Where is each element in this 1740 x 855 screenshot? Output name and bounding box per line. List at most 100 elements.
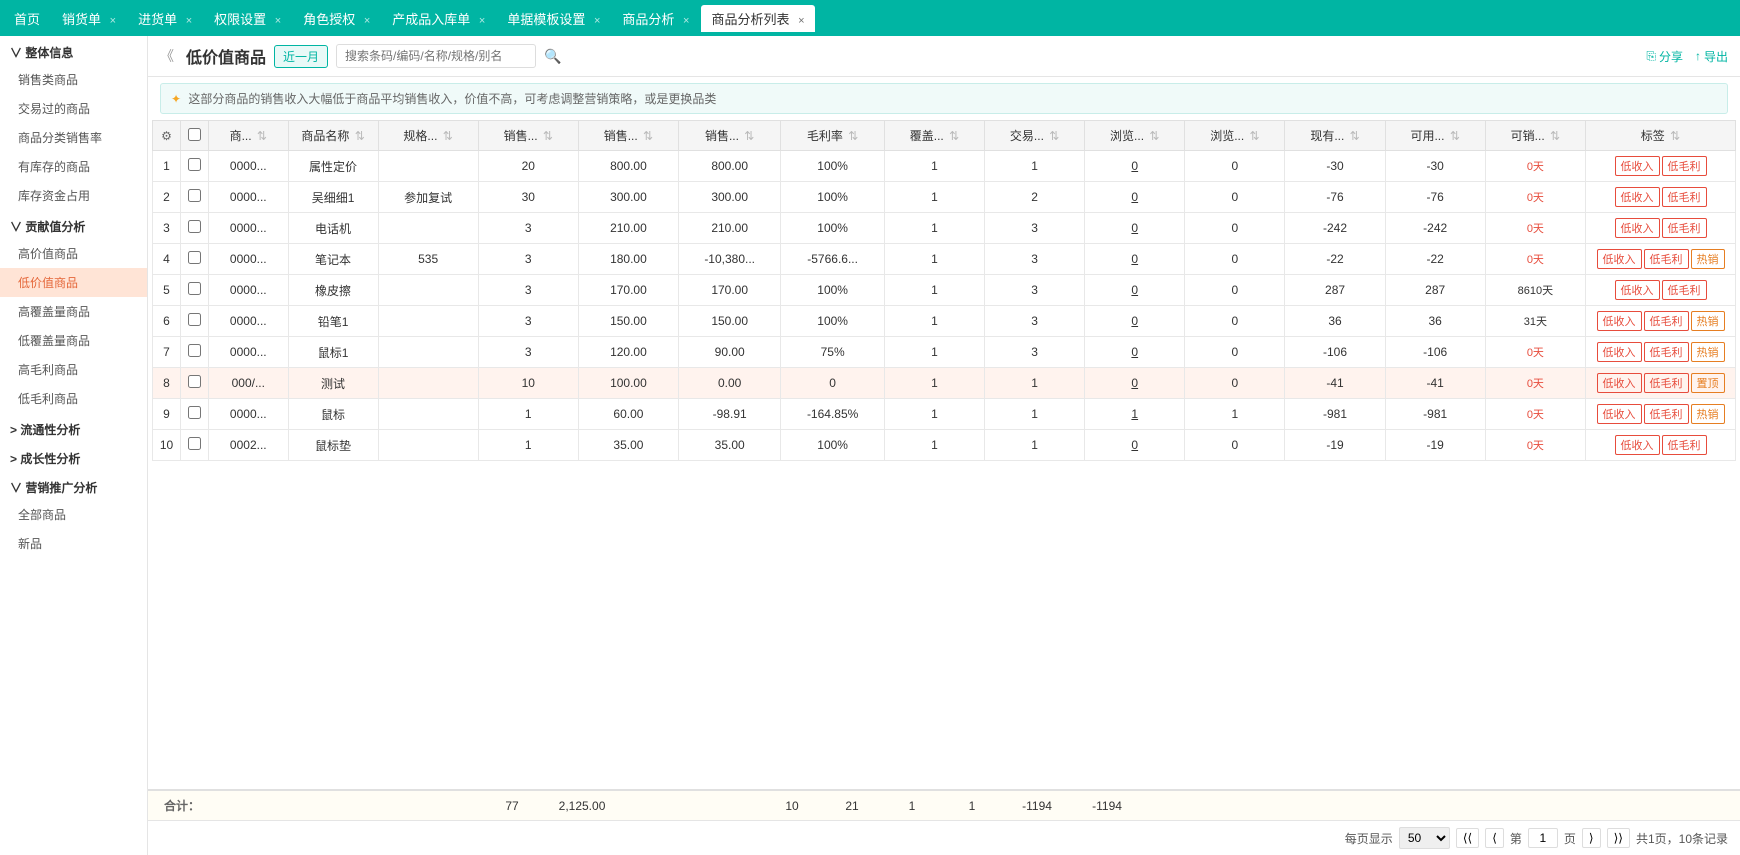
col-sale-income[interactable]: 销售... ⇅ bbox=[578, 121, 678, 151]
sidebar-group-marketing[interactable]: ∨ 营销推广分析 bbox=[0, 471, 147, 500]
nav-permission[interactable]: 权限设置 × bbox=[204, 5, 291, 32]
page-number-input[interactable] bbox=[1528, 828, 1558, 848]
row-checkbox-cell[interactable] bbox=[181, 306, 209, 337]
row-name[interactable]: 橡皮擦 bbox=[288, 275, 378, 306]
sidebar-group-growth[interactable]: > 成长性分析 bbox=[0, 442, 147, 471]
sidebar-group-contribution[interactable]: ∨ 贡献值分析 bbox=[0, 210, 147, 239]
row-browse1[interactable]: 0 bbox=[1085, 182, 1185, 213]
row-name[interactable]: 鼠标 bbox=[288, 399, 378, 430]
sidebar-item-sales-goods[interactable]: 销售类商品 bbox=[0, 65, 147, 94]
prev-page-btn[interactable]: ⟨ bbox=[1485, 828, 1504, 848]
col-current[interactable]: 现有... ⇅ bbox=[1285, 121, 1385, 151]
row-checkbox[interactable] bbox=[188, 375, 201, 388]
row-browse1[interactable]: 0 bbox=[1085, 368, 1185, 399]
sidebar-collapse-btn[interactable]: 《 bbox=[160, 46, 174, 66]
row-name[interactable]: 铅笔1 bbox=[288, 306, 378, 337]
row-browse1[interactable]: 0 bbox=[1085, 306, 1185, 337]
row-browse1[interactable]: 1 bbox=[1085, 399, 1185, 430]
search-input[interactable] bbox=[336, 44, 536, 68]
sidebar-item-low-value[interactable]: 低价值商品 bbox=[0, 268, 147, 297]
sidebar-item-high-value[interactable]: 高价值商品 bbox=[0, 239, 147, 268]
close-template-icon[interactable]: × bbox=[594, 15, 600, 27]
sidebar-item-low-coverage[interactable]: 低覆盖量商品 bbox=[0, 326, 147, 355]
row-checkbox-cell[interactable] bbox=[181, 399, 209, 430]
nav-sales-order[interactable]: 销货单 × bbox=[52, 5, 126, 32]
row-checkbox-cell[interactable] bbox=[181, 368, 209, 399]
nav-product-stock[interactable]: 产成品入库单 × bbox=[382, 5, 495, 32]
col-spec[interactable]: 规格... ⇅ bbox=[378, 121, 478, 151]
row-checkbox[interactable] bbox=[188, 282, 201, 295]
row-checkbox[interactable] bbox=[188, 158, 201, 171]
row-checkbox[interactable] bbox=[188, 344, 201, 357]
row-checkbox[interactable] bbox=[188, 437, 201, 450]
select-all-checkbox[interactable] bbox=[188, 128, 201, 141]
nav-template[interactable]: 单据模板设置 × bbox=[497, 5, 610, 32]
sidebar-item-inventory-capital[interactable]: 库存资金占用 bbox=[0, 181, 147, 210]
row-checkbox-cell[interactable] bbox=[181, 337, 209, 368]
col-saleable[interactable]: 可销... ⇅ bbox=[1485, 121, 1585, 151]
close-product-analysis-icon[interactable]: × bbox=[683, 15, 689, 27]
col-usable[interactable]: 可用... ⇅ bbox=[1385, 121, 1485, 151]
close-sales-order-icon[interactable]: × bbox=[110, 15, 116, 27]
col-settings[interactable]: ⚙ bbox=[153, 121, 181, 151]
row-checkbox-cell[interactable] bbox=[181, 182, 209, 213]
col-tags[interactable]: 标签 ⇅ bbox=[1586, 121, 1736, 151]
export-button[interactable]: ↑ 导出 bbox=[1695, 48, 1728, 65]
row-browse1[interactable]: 0 bbox=[1085, 275, 1185, 306]
close-permission-icon[interactable]: × bbox=[275, 15, 281, 27]
period-button[interactable]: 近一月 bbox=[274, 45, 328, 68]
col-profit-rate[interactable]: 毛利率 ⇅ bbox=[781, 121, 885, 151]
sidebar-item-low-profit[interactable]: 低毛利商品 bbox=[0, 384, 147, 413]
nav-product-analysis-list[interactable]: 商品分析列表 × bbox=[701, 5, 814, 32]
search-icon[interactable]: 🔍 bbox=[544, 48, 561, 65]
row-name[interactable]: 测试 bbox=[288, 368, 378, 399]
nav-purchase-order[interactable]: 进货单 × bbox=[128, 5, 202, 32]
row-name[interactable]: 电话机 bbox=[288, 213, 378, 244]
page-size-select[interactable]: 50 20 100 bbox=[1399, 827, 1450, 849]
row-checkbox[interactable] bbox=[188, 189, 201, 202]
close-role-auth-icon[interactable]: × bbox=[364, 15, 370, 27]
sidebar-item-traded-goods[interactable]: 交易过的商品 bbox=[0, 94, 147, 123]
col-trade[interactable]: 交易... ⇅ bbox=[985, 121, 1085, 151]
row-checkbox-cell[interactable] bbox=[181, 275, 209, 306]
row-checkbox-cell[interactable] bbox=[181, 430, 209, 461]
nav-home[interactable]: 首页 bbox=[4, 5, 50, 32]
row-name[interactable]: 鼠标垫 bbox=[288, 430, 378, 461]
row-name[interactable]: 吴细细1 bbox=[288, 182, 378, 213]
settings-icon[interactable]: ⚙ bbox=[161, 129, 172, 143]
col-sale-qty[interactable]: 销售... ⇅ bbox=[478, 121, 578, 151]
row-checkbox[interactable] bbox=[188, 313, 201, 326]
row-checkbox-cell[interactable] bbox=[181, 244, 209, 275]
sidebar-item-all-goods[interactable]: 全部商品 bbox=[0, 500, 147, 529]
share-button[interactable]: ⎘ 分享 bbox=[1646, 48, 1683, 65]
row-name[interactable]: 属性定价 bbox=[288, 151, 378, 182]
close-product-stock-icon[interactable]: × bbox=[479, 15, 485, 27]
close-purchase-order-icon[interactable]: × bbox=[186, 15, 192, 27]
next-page-btn[interactable]: ⟩ bbox=[1582, 828, 1601, 848]
sidebar-item-high-coverage[interactable]: 高覆盖量商品 bbox=[0, 297, 147, 326]
row-browse1[interactable]: 0 bbox=[1085, 430, 1185, 461]
sidebar-item-stocked-goods[interactable]: 有库存的商品 bbox=[0, 152, 147, 181]
sidebar-group-circulation[interactable]: > 流通性分析 bbox=[0, 413, 147, 442]
col-browse2[interactable]: 浏览... ⇅ bbox=[1185, 121, 1285, 151]
col-coverage[interactable]: 覆盖... ⇅ bbox=[884, 121, 984, 151]
col-browse1[interactable]: 浏览... ⇅ bbox=[1085, 121, 1185, 151]
col-code[interactable]: 商... ⇅ bbox=[209, 121, 289, 151]
sidebar-group-overall[interactable]: ∨ 整体信息 bbox=[0, 36, 147, 65]
row-browse1[interactable]: 0 bbox=[1085, 213, 1185, 244]
nav-role-auth[interactable]: 角色授权 × bbox=[293, 5, 380, 32]
col-name[interactable]: 商品名称 ⇅ bbox=[288, 121, 378, 151]
nav-product-analysis[interactable]: 商品分析 × bbox=[612, 5, 699, 32]
row-checkbox-cell[interactable] bbox=[181, 213, 209, 244]
row-checkbox[interactable] bbox=[188, 220, 201, 233]
row-browse1[interactable]: 0 bbox=[1085, 151, 1185, 182]
sidebar-item-category-sales-rate[interactable]: 商品分类销售率 bbox=[0, 123, 147, 152]
sidebar-item-high-profit[interactable]: 高毛利商品 bbox=[0, 355, 147, 384]
row-name[interactable]: 笔记本 bbox=[288, 244, 378, 275]
last-page-btn[interactable]: ⟩⟩ bbox=[1607, 828, 1630, 848]
row-checkbox-cell[interactable] bbox=[181, 151, 209, 182]
sidebar-item-new-goods[interactable]: 新品 bbox=[0, 529, 147, 558]
row-name[interactable]: 鼠标1 bbox=[288, 337, 378, 368]
row-checkbox[interactable] bbox=[188, 251, 201, 264]
row-browse1[interactable]: 0 bbox=[1085, 337, 1185, 368]
